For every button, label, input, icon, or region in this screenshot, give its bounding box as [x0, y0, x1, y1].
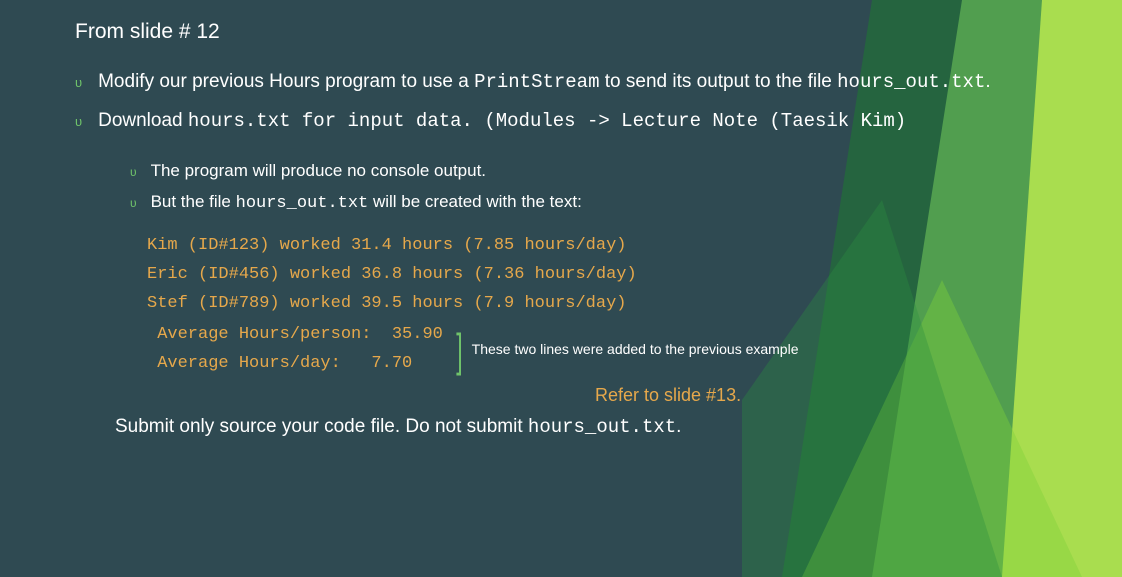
sub-bullet-text: But the file hours_out.txt will be creat… [151, 190, 582, 217]
refer-text: Refer to slide #13. [595, 385, 1062, 406]
bullet-item: υ Modify our previous Hours program to u… [75, 68, 1062, 97]
output-line: Stef (ID#789) worked 39.5 hours (7.9 hou… [147, 290, 1062, 319]
output-line: Kim (ID#123) worked 31.4 hours (7.85 hou… [147, 232, 1062, 261]
slide-content: From slide # 12 υ Modify our previous Ho… [0, 0, 1122, 438]
submit-text: Submit only source your code file. Do no… [115, 416, 1062, 438]
annotation-text: These two lines were added to the previo… [472, 338, 799, 362]
average-group: Average Hours/person: 35.90 Average Hour… [147, 321, 1062, 379]
sub-bullet-text: The program will produce no console outp… [151, 159, 486, 184]
output-avg-line: Average Hours/person: 35.90 [147, 321, 443, 350]
bullet-icon: υ [130, 195, 137, 217]
bullet-item: υ Download hours.txt for input data. (Mo… [75, 107, 1062, 136]
bullet-text: Download hours.txt for input data. (Modu… [98, 107, 1062, 136]
bullet-icon: υ [75, 74, 82, 97]
bracket-icon: ] [456, 327, 462, 373]
sub-bullet-item: υ The program will produce no console ou… [130, 159, 1062, 184]
average-lines: Average Hours/person: 35.90 Average Hour… [147, 321, 443, 379]
output-avg-line: Average Hours/day: 7.70 [147, 350, 443, 379]
sub-bullet-item: υ But the file hours_out.txt will be cre… [130, 190, 1062, 217]
output-line: Eric (ID#456) worked 36.8 hours (7.36 ho… [147, 261, 1062, 290]
bullet-icon: υ [75, 113, 82, 136]
output-block: Kim (ID#123) worked 31.4 hours (7.85 hou… [147, 232, 1062, 378]
slide-title: From slide # 12 [75, 20, 1062, 44]
bullet-icon: υ [130, 164, 137, 184]
bullet-text: Modify our previous Hours program to use… [98, 68, 1062, 97]
slide: From slide # 12 υ Modify our previous Ho… [0, 0, 1122, 577]
